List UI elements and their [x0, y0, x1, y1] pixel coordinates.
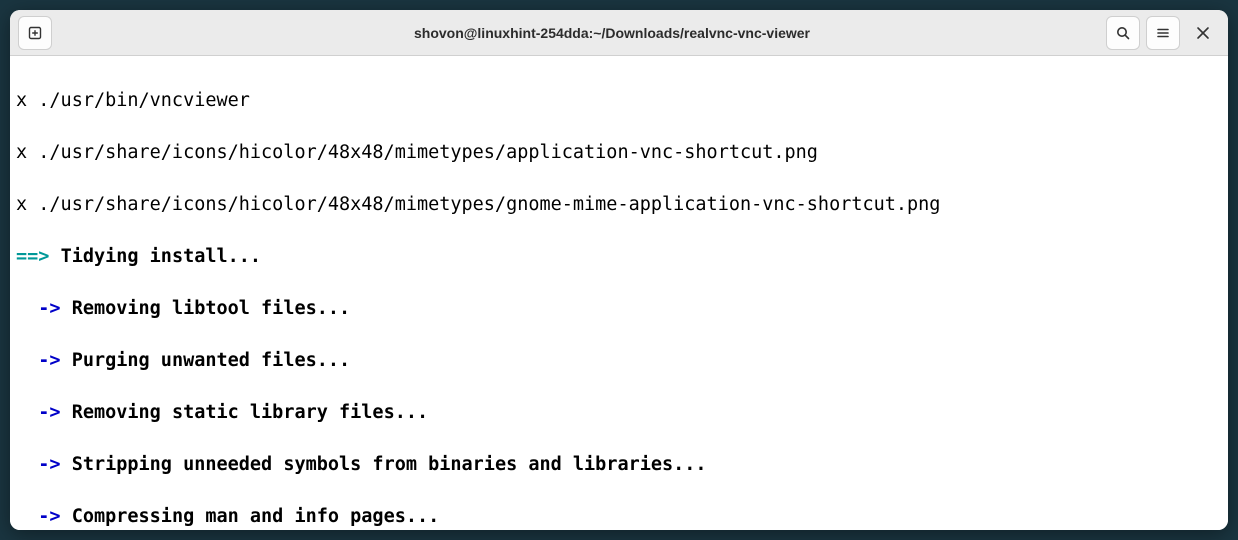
terminal-window: shovon@linuxhint-254dda:~/Downloads/real… — [10, 10, 1228, 530]
output-line: x ./usr/bin/vncviewer — [16, 88, 1222, 114]
output-line: -> Compressing man and info pages... — [16, 504, 1222, 530]
close-button[interactable] — [1186, 16, 1220, 50]
output-line: x ./usr/share/icons/hicolor/48x48/mimety… — [16, 192, 1222, 218]
window-title: shovon@linuxhint-254dda:~/Downloads/real… — [124, 25, 1100, 41]
new-tab-button[interactable] — [18, 16, 52, 50]
output-line: -> Removing libtool files... — [16, 296, 1222, 322]
output-line: ==> Tidying install... — [16, 244, 1222, 270]
output-line: -> Removing static library files... — [16, 400, 1222, 426]
titlebar: shovon@linuxhint-254dda:~/Downloads/real… — [10, 10, 1228, 56]
terminal-output[interactable]: x ./usr/bin/vncviewer x ./usr/share/icon… — [10, 56, 1228, 530]
output-line: -> Stripping unneeded symbols from binar… — [16, 452, 1222, 478]
search-button[interactable] — [1106, 16, 1140, 50]
hamburger-menu-button[interactable] — [1146, 16, 1180, 50]
output-line: -> Purging unwanted files... — [16, 348, 1222, 374]
output-line: x ./usr/share/icons/hicolor/48x48/mimety… — [16, 140, 1222, 166]
